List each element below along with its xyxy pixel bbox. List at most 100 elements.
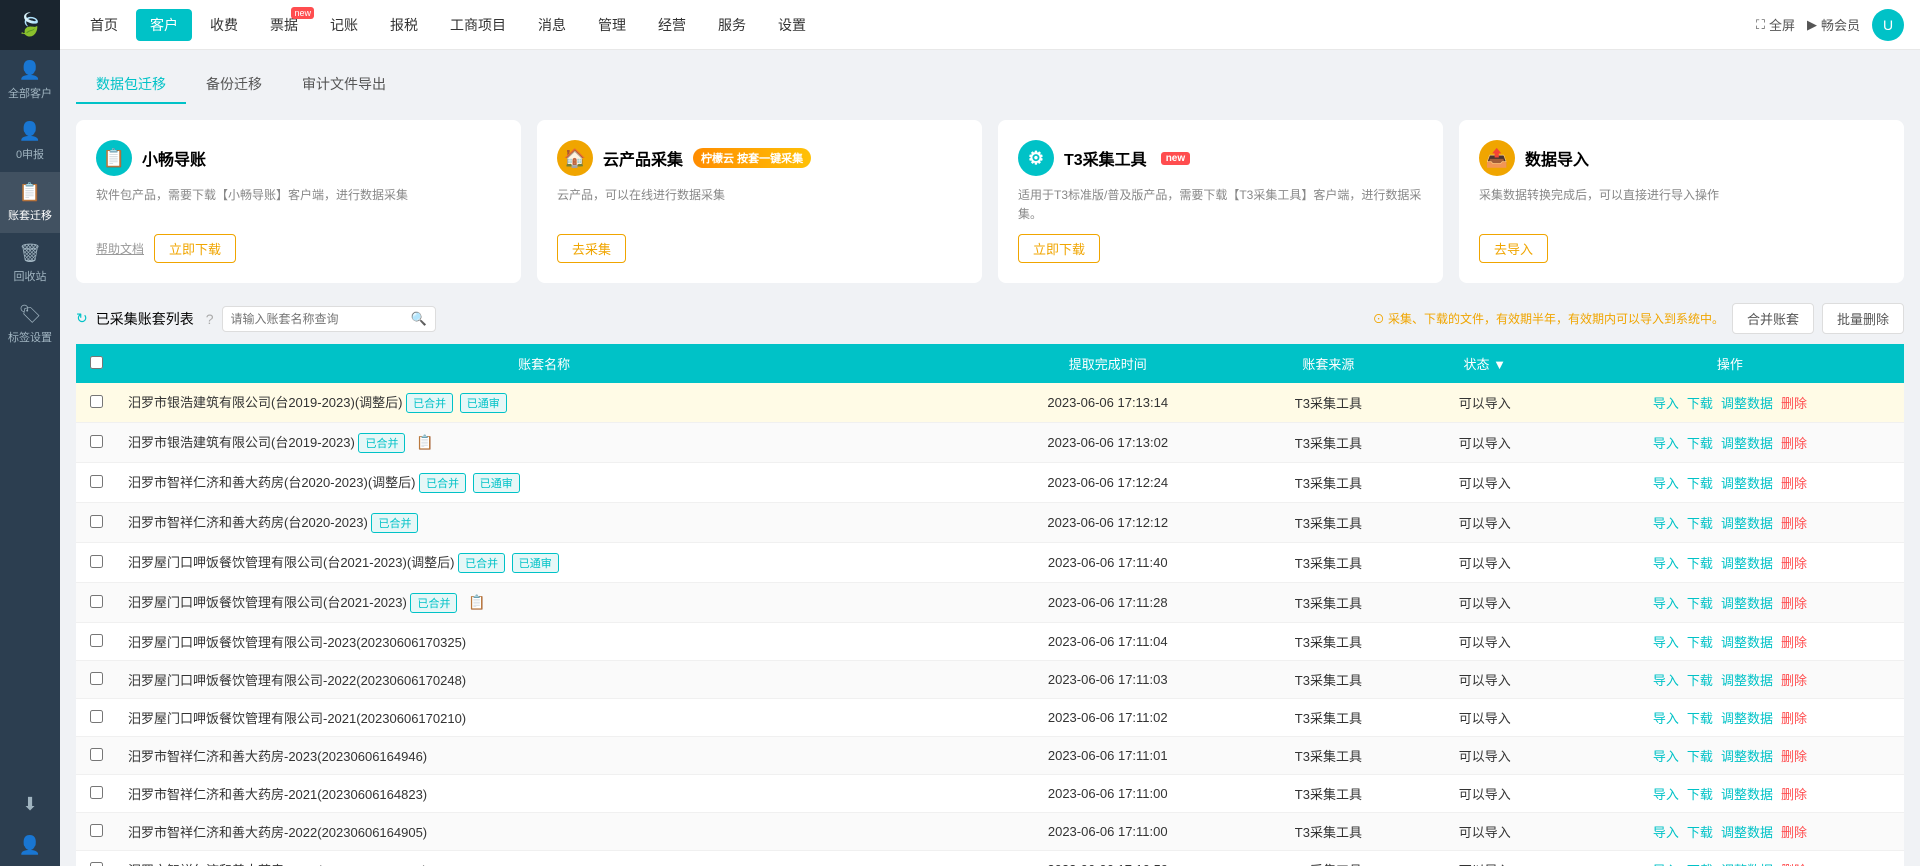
nav-business[interactable]: 工商项目 (436, 9, 520, 41)
op-delete-button[interactable]: 删除 (1781, 596, 1807, 611)
op-下载-button[interactable]: 下载 (1687, 635, 1713, 650)
member-button[interactable]: ▶ 畅会员 (1807, 15, 1860, 34)
op-delete-button[interactable]: 删除 (1781, 825, 1807, 840)
op-调整数据-button[interactable]: 调整数据 (1721, 476, 1773, 491)
row-checkbox[interactable] (90, 595, 103, 608)
row-checkbox[interactable] (90, 515, 103, 528)
op-导入-button[interactable]: 导入 (1653, 673, 1679, 688)
op-delete-button[interactable]: 删除 (1781, 436, 1807, 451)
sidebar-item-zero-report[interactable]: 👤 0申报 (0, 111, 60, 172)
op-调整数据-button[interactable]: 调整数据 (1721, 396, 1773, 411)
op-调整数据-button[interactable]: 调整数据 (1721, 596, 1773, 611)
nav-bookkeeping[interactable]: 记账 (316, 9, 372, 41)
sidebar-logo[interactable]: 🍃 (0, 0, 60, 50)
row-checkbox[interactable] (90, 710, 103, 723)
batch-delete-button[interactable]: 批量删除 (1822, 303, 1904, 334)
sidebar-item-all-clients[interactable]: 👤 全部客户 (0, 50, 60, 111)
dataimport-button[interactable]: 去导入 (1479, 234, 1548, 263)
row-checkbox[interactable] (90, 862, 103, 866)
op-下载-button[interactable]: 下载 (1687, 749, 1713, 764)
op-调整数据-button[interactable]: 调整数据 (1721, 556, 1773, 571)
op-下载-button[interactable]: 下载 (1687, 396, 1713, 411)
op-调整数据-button[interactable]: 调整数据 (1721, 436, 1773, 451)
op-delete-button[interactable]: 删除 (1781, 711, 1807, 726)
merge-accounts-button[interactable]: 合并账套 (1732, 303, 1814, 334)
row-checkbox[interactable] (90, 395, 103, 408)
nav-tax[interactable]: 报税 (376, 9, 432, 41)
op-delete-button[interactable]: 删除 (1781, 673, 1807, 688)
nav-operations[interactable]: 经营 (644, 9, 700, 41)
op-下载-button[interactable]: 下载 (1687, 787, 1713, 802)
nav-invoices[interactable]: 票据new (256, 9, 312, 41)
op-导入-button[interactable]: 导入 (1653, 749, 1679, 764)
t3-download-button[interactable]: 立即下载 (1018, 234, 1100, 263)
nav-clients[interactable]: 客户 (136, 9, 192, 41)
tab-audit-export[interactable]: 审计文件导出 (282, 66, 406, 104)
row-checkbox[interactable] (90, 634, 103, 647)
help-doc-link[interactable]: 帮助文档 (96, 240, 144, 257)
nav-home[interactable]: 首页 (76, 9, 132, 41)
op-调整数据-button[interactable]: 调整数据 (1721, 787, 1773, 802)
nav-messages[interactable]: 消息 (524, 9, 580, 41)
op-调整数据-button[interactable]: 调整数据 (1721, 825, 1773, 840)
sidebar-item-download[interactable]: ⬇ (0, 784, 60, 825)
cloud-collect-button[interactable]: 去采集 (557, 234, 626, 263)
col-status[interactable]: 状态 ▼ (1414, 344, 1556, 383)
op-delete-button[interactable]: 删除 (1781, 556, 1807, 571)
tab-backup-migration[interactable]: 备份迁移 (186, 66, 282, 104)
op-导入-button[interactable]: 导入 (1653, 711, 1679, 726)
op-delete-button[interactable]: 删除 (1781, 476, 1807, 491)
op-下载-button[interactable]: 下载 (1687, 596, 1713, 611)
op-导入-button[interactable]: 导入 (1653, 787, 1679, 802)
nav-management[interactable]: 管理 (584, 9, 640, 41)
op-调整数据-button[interactable]: 调整数据 (1721, 673, 1773, 688)
row-checkbox[interactable] (90, 475, 103, 488)
user-avatar[interactable]: U (1872, 9, 1904, 41)
op-导入-button[interactable]: 导入 (1653, 476, 1679, 491)
op-调整数据-button[interactable]: 调整数据 (1721, 516, 1773, 531)
row-checkbox[interactable] (90, 672, 103, 685)
nav-settings[interactable]: 设置 (764, 9, 820, 41)
refresh-icon[interactable]: ↻ (76, 310, 88, 327)
op-下载-button[interactable]: 下载 (1687, 436, 1713, 451)
row-checkbox[interactable] (90, 435, 103, 448)
select-all-checkbox[interactable] (90, 356, 103, 369)
op-delete-button[interactable]: 删除 (1781, 635, 1807, 650)
op-导入-button[interactable]: 导入 (1653, 596, 1679, 611)
op-下载-button[interactable]: 下载 (1687, 516, 1713, 531)
nav-services[interactable]: 服务 (704, 9, 760, 41)
row-checkbox[interactable] (90, 786, 103, 799)
help-icon[interactable]: ? (206, 311, 214, 327)
op-delete-button[interactable]: 删除 (1781, 749, 1807, 764)
op-下载-button[interactable]: 下载 (1687, 825, 1713, 840)
op-调整数据-button[interactable]: 调整数据 (1721, 635, 1773, 650)
nav-fees[interactable]: 收费 (196, 9, 252, 41)
op-导入-button[interactable]: 导入 (1653, 825, 1679, 840)
row-checkbox[interactable] (90, 748, 103, 761)
row-checkbox[interactable] (90, 555, 103, 568)
op-导入-button[interactable]: 导入 (1653, 516, 1679, 531)
op-delete-button[interactable]: 删除 (1781, 396, 1807, 411)
op-delete-button[interactable]: 删除 (1781, 787, 1807, 802)
op-导入-button[interactable]: 导入 (1653, 396, 1679, 411)
op-下载-button[interactable]: 下载 (1687, 711, 1713, 726)
op-调整数据-button[interactable]: 调整数据 (1721, 749, 1773, 764)
tab-data-migration[interactable]: 数据包迁移 (76, 66, 186, 104)
op-调整数据-button[interactable]: 调整数据 (1721, 711, 1773, 726)
fullscreen-button[interactable]: ⛶ 全屏 (1756, 15, 1795, 34)
row-checkbox[interactable] (90, 824, 103, 837)
sidebar-item-tag-settings[interactable]: 🏷 标签设置 (0, 294, 60, 355)
sidebar-item-account-transfer[interactable]: 📋 账套迁移 (0, 172, 60, 233)
op-delete-button[interactable]: 删除 (1781, 516, 1807, 531)
sidebar-item-recycle[interactable]: 🗑 回收站 (0, 233, 60, 294)
op-导入-button[interactable]: 导入 (1653, 556, 1679, 571)
sidebar-item-user-bottom[interactable]: 👤 (0, 825, 60, 866)
op-下载-button[interactable]: 下载 (1687, 673, 1713, 688)
op-下载-button[interactable]: 下载 (1687, 556, 1713, 571)
search-input[interactable] (231, 312, 411, 326)
op-导入-button[interactable]: 导入 (1653, 436, 1679, 451)
op-导入-button[interactable]: 导入 (1653, 635, 1679, 650)
search-icon[interactable]: 🔍 (411, 311, 427, 327)
xiaochang-download-button[interactable]: 立即下载 (154, 234, 236, 263)
op-下载-button[interactable]: 下载 (1687, 476, 1713, 491)
